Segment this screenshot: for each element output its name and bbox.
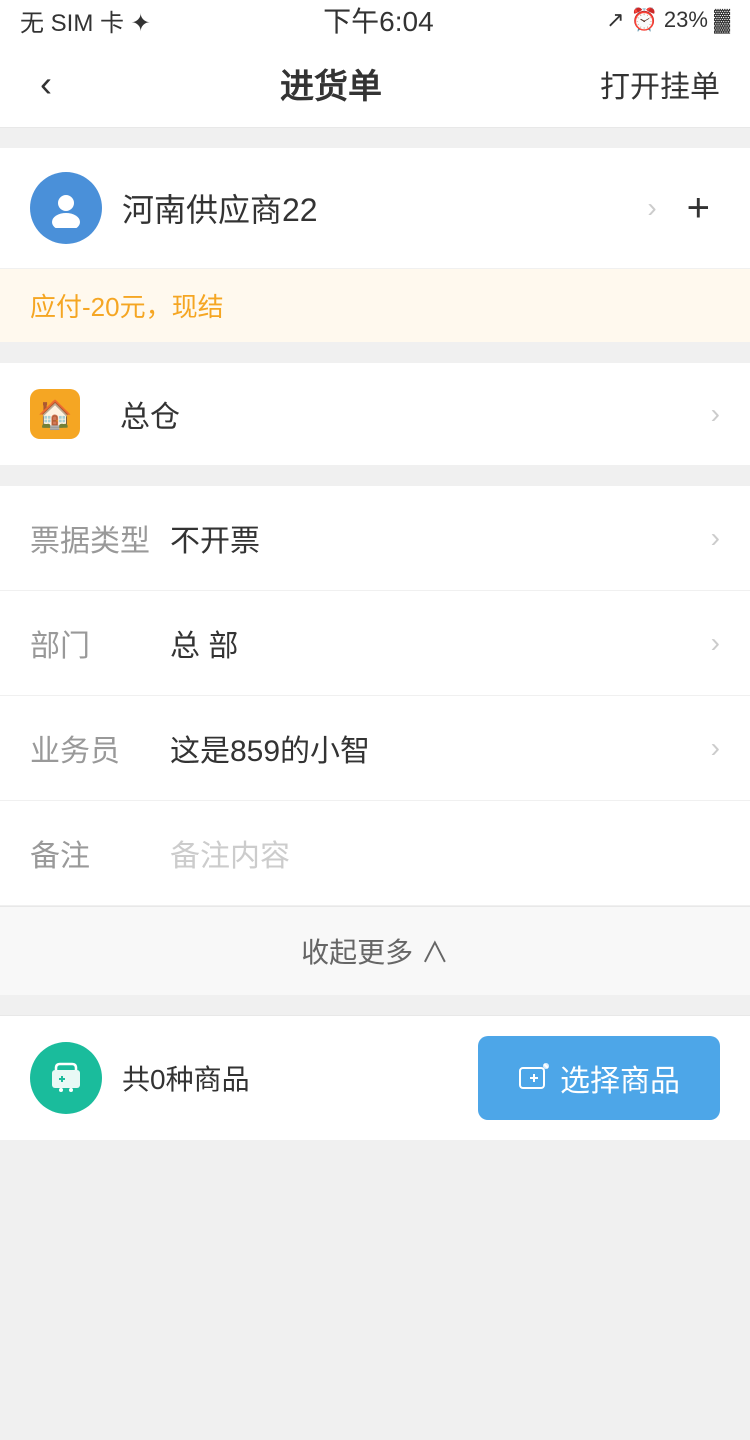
collapse-label: 收起更多 ∧ (301, 931, 449, 971)
salesperson-row[interactable]: 业务员 这是859的小智 › (0, 696, 750, 801)
warehouse-icon-wrap: 🏠 (30, 389, 80, 439)
gap-4 (0, 995, 750, 1015)
remark-label: 备注 (30, 831, 150, 875)
warehouse-chevron-icon: › (711, 398, 720, 430)
page-background (0, 1140, 750, 1440)
status-right: ↗ ⏰ 23% ▓ (606, 7, 730, 33)
supplier-chevron-icon: › (647, 192, 656, 224)
supplier-row[interactable]: 河南供应商22 › + (0, 148, 750, 269)
warehouse-row[interactable]: 🏠 总仓 › (0, 363, 750, 466)
house-icon: 🏠 (38, 398, 73, 431)
status-left: 无 SIM 卡 ✦ (20, 3, 151, 38)
department-row[interactable]: 部门 总 部 › (0, 591, 750, 696)
department-chevron-icon: › (711, 627, 720, 659)
supplier-name: 河南供应商22 (122, 185, 647, 231)
add-supplier-button[interactable]: + (677, 186, 720, 231)
nav-bar: ‹ 进货单 打开挂单 (0, 40, 750, 128)
gap-3 (0, 466, 750, 486)
invoice-type-value: 不开票 (170, 516, 711, 560)
invoice-type-label: 票据类型 (30, 516, 150, 560)
page-title: 进货单 (280, 59, 382, 108)
battery-level: 23% (664, 7, 708, 33)
form-section: 票据类型 不开票 › 部门 总 部 › 业务员 这是859的小智 › 备注 备注… (0, 486, 750, 995)
status-bar: 无 SIM 卡 ✦ 下午6:04 ↗ ⏰ 23% ▓ (0, 0, 750, 40)
avatar (30, 172, 102, 244)
salesperson-value: 这是859的小智 (170, 726, 711, 770)
collapse-row[interactable]: 收起更多 ∧ (0, 906, 750, 995)
open-pending-button[interactable]: 打开挂单 (600, 62, 720, 106)
back-button[interactable]: ‹ (30, 53, 62, 115)
info-banner: 应付-20元，现结 (0, 269, 750, 343)
remark-placeholder: 备注内容 (170, 831, 720, 875)
remark-row[interactable]: 备注 备注内容 (0, 801, 750, 906)
cart-icon-wrap (30, 1042, 102, 1114)
product-count: 共0种商品 (122, 1058, 478, 1098)
battery-icon: ▓ (714, 7, 730, 33)
supplier-section: 河南供应商22 › + 应付-20元，现结 (0, 148, 750, 343)
status-time: 下午6:04 (323, 0, 434, 40)
gap-2 (0, 343, 750, 363)
gap-1 (0, 128, 750, 148)
sim-indicator: 无 SIM 卡 ✦ (20, 3, 151, 38)
department-value: 总 部 (170, 621, 711, 665)
salesperson-label: 业务员 (30, 726, 150, 770)
alarm-icon: ⏰ (631, 7, 658, 33)
bottom-bar: 共0种商品 选择商品 (0, 1015, 750, 1140)
invoice-type-chevron-icon: › (711, 522, 720, 554)
department-label: 部门 (30, 621, 150, 665)
location-icon: ↗ (606, 7, 624, 33)
select-product-button[interactable]: 选择商品 (478, 1036, 720, 1120)
invoice-type-row[interactable]: 票据类型 不开票 › (0, 486, 750, 591)
select-btn-label: 选择商品 (560, 1056, 680, 1100)
warehouse-name: 总仓 (120, 392, 711, 436)
salesperson-chevron-icon: › (711, 732, 720, 764)
